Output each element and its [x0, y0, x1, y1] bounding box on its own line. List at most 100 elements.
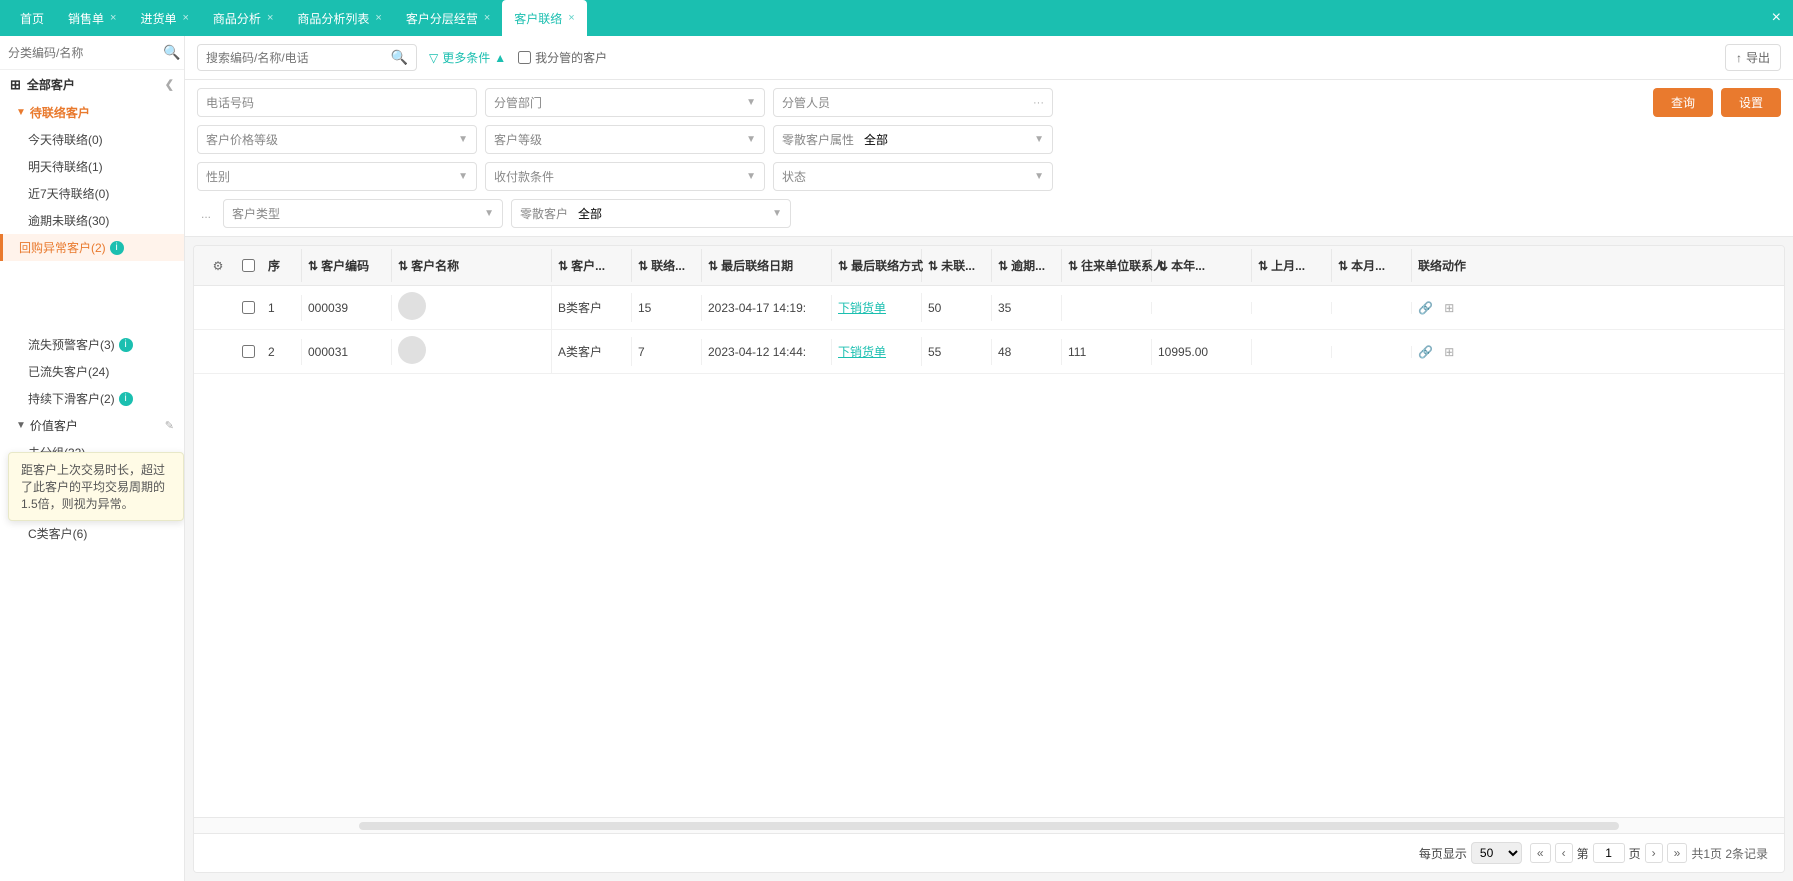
tab-customer-manage-close[interactable]: × — [484, 12, 490, 24]
table-row: 1 000039 B类客户 15 2023-04-17 14:19: 下销货单 … — [194, 286, 1784, 330]
row1-lastway[interactable]: 下销货单 — [832, 293, 922, 322]
row2-action-link-icon[interactable]: 🔗 — [1418, 345, 1433, 359]
page-number-input[interactable] — [1593, 843, 1625, 863]
th-type[interactable]: ⇅ 客户... — [552, 249, 632, 282]
row1-code: 000039 — [302, 295, 392, 321]
value-group-edit-icon[interactable]: ✎ — [165, 419, 174, 432]
sidebar-search-input[interactable] — [8, 46, 163, 60]
sidebar-item-lost-risk[interactable]: 流失预警客户(3) i — [0, 331, 184, 358]
manager-field[interactable]: 分管人员 ··· — [773, 88, 1053, 117]
gender-dropdown-icon: ▼ — [458, 171, 468, 182]
select-all-checkbox[interactable] — [242, 259, 255, 272]
dept-field[interactable]: 分管部门 ▼ — [485, 88, 765, 117]
my-customers-check[interactable] — [518, 51, 531, 64]
filter-more-dots[interactable]: ... — [197, 207, 215, 221]
tab-sales-close[interactable]: × — [110, 12, 116, 24]
th-partner[interactable]: ⇅ 往来单位联系人 — [1062, 249, 1152, 282]
select-all-checkbox-cell[interactable] — [234, 259, 262, 272]
scrollbar-thumb[interactable] — [359, 822, 1618, 830]
next-page-button[interactable]: › — [1645, 843, 1663, 863]
horizontal-scrollbar[interactable] — [194, 817, 1784, 833]
th-lastmonth[interactable]: ⇅ 上月... — [1252, 249, 1332, 282]
gender-field[interactable]: 性别 ▼ — [197, 162, 477, 191]
th-lastway[interactable]: ⇅ 最后联络方式 — [832, 249, 922, 282]
sidebar-item-repurchase[interactable]: 回购异常客户(2) i — [0, 234, 184, 261]
sidebar-group-pending[interactable]: ▼ 待联络客户 — [0, 99, 184, 126]
th-notcontact[interactable]: ⇅ 未联... — [922, 249, 992, 282]
row2-code: 000031 — [302, 339, 392, 365]
status-field[interactable]: 状态 ▼ — [773, 162, 1053, 191]
filter-search-input[interactable] — [206, 51, 391, 65]
query-button[interactable]: 查询 — [1653, 88, 1713, 117]
price-level-field[interactable]: 客户价格等级 ▼ — [197, 125, 477, 154]
sidebar-item-lost[interactable]: 已流失客户(24) — [0, 358, 184, 385]
declining-info-icon: i — [119, 392, 133, 406]
row1-checkbox[interactable] — [242, 301, 255, 314]
row2-checkbox-cell[interactable] — [234, 345, 262, 358]
row2-lastway[interactable]: 下销货单 — [832, 337, 922, 366]
row1-overdue: 35 — [992, 295, 1062, 321]
tab-sales[interactable]: 销售单 × — [56, 0, 128, 36]
sidebar-item-declining[interactable]: 持续下滑客户(2) i — [0, 385, 184, 412]
sidebar-search-icon[interactable]: 🔍 — [163, 44, 180, 61]
sidebar-item-tomorrow[interactable]: 明天待联络(1) — [0, 153, 184, 180]
customer-level-field[interactable]: 客户等级 ▼ — [485, 125, 765, 154]
tab-analysis[interactable]: 商品分析 × — [201, 0, 285, 36]
tab-analysis-close[interactable]: × — [267, 12, 273, 24]
th-type-sort-icon: ⇅ — [558, 259, 568, 273]
tab-home[interactable]: 首页 — [8, 0, 56, 36]
customer-type-field[interactable]: 客户类型 ▼ — [223, 199, 503, 228]
retail-attr-field[interactable]: 零散客户属性 全部 ▼ — [773, 125, 1053, 154]
th-thismonth[interactable]: ⇅ 本月... — [1332, 249, 1412, 282]
sidebar-search-container: 🔍 — [0, 36, 184, 70]
more-conditions-btn[interactable]: ▽ 更多条件 ▲ — [429, 49, 506, 66]
sidebar-item-today[interactable]: 今天待联络(0) — [0, 126, 184, 153]
phone-field[interactable]: 电话号码 — [197, 88, 477, 117]
tab-purchase-close[interactable]: × — [182, 12, 188, 24]
sidebar-item-c-class[interactable]: C类客户(6) — [0, 520, 184, 547]
row1-action-link-icon[interactable]: 🔗 — [1418, 301, 1433, 315]
sidebar-all-customers[interactable]: ⊞ 全部客户 ❮ — [0, 70, 184, 99]
tab-customer-contact[interactable]: 客户联络 × — [502, 0, 586, 36]
tab-purchase[interactable]: 进货单 × — [128, 0, 200, 36]
pagination-bar: 每页显示 50 20 100 « ‹ 第 页 › » 共1页 2条记录 — [194, 833, 1784, 872]
last-page-button[interactable]: » — [1667, 843, 1688, 863]
tab-analysis-list[interactable]: 商品分析列表 × — [285, 0, 393, 36]
retail-customer-field[interactable]: 零散客户 全部 ▼ — [511, 199, 791, 228]
close-all-button[interactable]: × — [1772, 9, 1781, 27]
table-settings-icon[interactable]: ⚙ — [202, 259, 234, 273]
dept-dropdown-icon: ▼ — [746, 97, 756, 108]
content-area: 🔍 ▽ 更多条件 ▲ 我分管的客户 ↑ 导出 电话号码 — [185, 36, 1793, 881]
th-lastmonth-sort-icon: ⇅ — [1258, 259, 1268, 273]
my-customers-checkbox[interactable]: 我分管的客户 — [518, 49, 607, 66]
first-page-button[interactable]: « — [1530, 843, 1551, 863]
per-page-select[interactable]: 50 20 100 — [1471, 842, 1522, 864]
th-overdue[interactable]: ⇅ 逾期... — [992, 249, 1062, 282]
filter-search-icon[interactable]: 🔍 — [391, 49, 408, 66]
collapse-arrow-icon: ❮ — [165, 78, 174, 91]
th-code[interactable]: ⇅ 客户编码 — [302, 249, 392, 282]
row2-checkbox[interactable] — [242, 345, 255, 358]
th-thisyear[interactable]: ⇅ 本年... — [1152, 249, 1252, 282]
sidebar-value-group[interactable]: ▼ 价值客户 ✎ — [0, 412, 184, 439]
row2-action-more-icon[interactable]: ⊞ — [1444, 345, 1454, 359]
th-contact[interactable]: ⇅ 联络... — [632, 249, 702, 282]
value-group-arrow-icon: ▼ — [16, 420, 26, 431]
tab-customer-contact-close[interactable]: × — [568, 12, 574, 24]
th-name[interactable]: ⇅ 客户名称 — [392, 249, 552, 282]
tab-analysis-list-close[interactable]: × — [375, 12, 381, 24]
settings-button[interactable]: 设置 — [1721, 88, 1781, 117]
sidebar-item-overdue[interactable]: 逾期未联络(30) — [0, 207, 184, 234]
repurchase-info-icon: i — [110, 241, 124, 255]
export-button[interactable]: ↑ 导出 — [1725, 44, 1781, 71]
row1-type: B类客户 — [552, 293, 632, 322]
payment-field[interactable]: 收付款条件 ▼ — [485, 162, 765, 191]
row1-checkbox-cell[interactable] — [234, 301, 262, 314]
table-row: 2 000031 A类客户 7 2023-04-12 14:44: 下销货单 5… — [194, 330, 1784, 374]
tab-customer-manage[interactable]: 客户分层经营 × — [394, 0, 502, 36]
th-date[interactable]: ⇅ 最后联络日期 — [702, 249, 832, 282]
row2-overdue: 48 — [992, 339, 1062, 365]
prev-page-button[interactable]: ‹ — [1555, 843, 1573, 863]
sidebar-item-7days[interactable]: 近7天待联络(0) — [0, 180, 184, 207]
row1-action-more-icon[interactable]: ⊞ — [1444, 301, 1454, 315]
